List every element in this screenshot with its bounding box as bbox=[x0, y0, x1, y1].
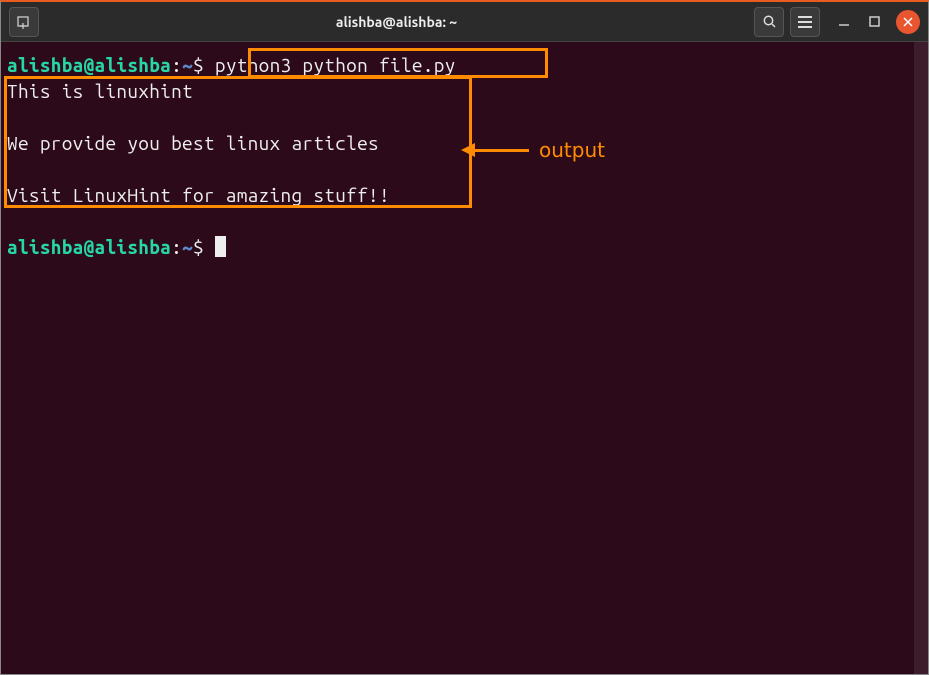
prompt-path: ~ bbox=[182, 54, 193, 76]
output-line: We provide you best linux articles bbox=[7, 132, 379, 154]
scrollbar[interactable] bbox=[914, 42, 928, 674]
prompt-dollar: $ bbox=[193, 236, 215, 258]
prompt-user: alishba@alishba bbox=[7, 236, 171, 258]
titlebar-right bbox=[754, 7, 920, 37]
hamburger-icon bbox=[798, 16, 812, 28]
maximize-button[interactable] bbox=[866, 14, 882, 30]
terminal-area[interactable]: alishba@alishba:~$ python3 python file.p… bbox=[1, 42, 928, 674]
terminal-window: alishba@alishba: ~ alishba@alish bbox=[0, 0, 929, 675]
window-title: alishba@alishba: ~ bbox=[45, 14, 748, 30]
terminal-content: alishba@alishba:~$ python3 python file.p… bbox=[1, 42, 928, 260]
minimize-button[interactable] bbox=[836, 14, 852, 30]
prompt-colon: : bbox=[171, 54, 182, 76]
prompt-dollar: $ bbox=[193, 54, 215, 76]
menu-button[interactable] bbox=[790, 7, 820, 37]
window-controls bbox=[836, 10, 920, 34]
output-line: Visit LinuxHint for amazing stuff!! bbox=[7, 184, 390, 206]
output-line: This is linuxhint bbox=[7, 80, 193, 102]
titlebar: alishba@alishba: ~ bbox=[1, 2, 928, 42]
titlebar-left bbox=[9, 7, 39, 37]
search-button[interactable] bbox=[754, 7, 784, 37]
command-text: python3 python file.py bbox=[215, 54, 456, 76]
cursor bbox=[215, 236, 226, 257]
prompt-user: alishba@alishba bbox=[7, 54, 171, 76]
prompt-colon: : bbox=[171, 236, 182, 258]
new-tab-button[interactable] bbox=[9, 7, 39, 37]
close-button[interactable] bbox=[896, 10, 920, 34]
prompt-path: ~ bbox=[182, 236, 193, 258]
